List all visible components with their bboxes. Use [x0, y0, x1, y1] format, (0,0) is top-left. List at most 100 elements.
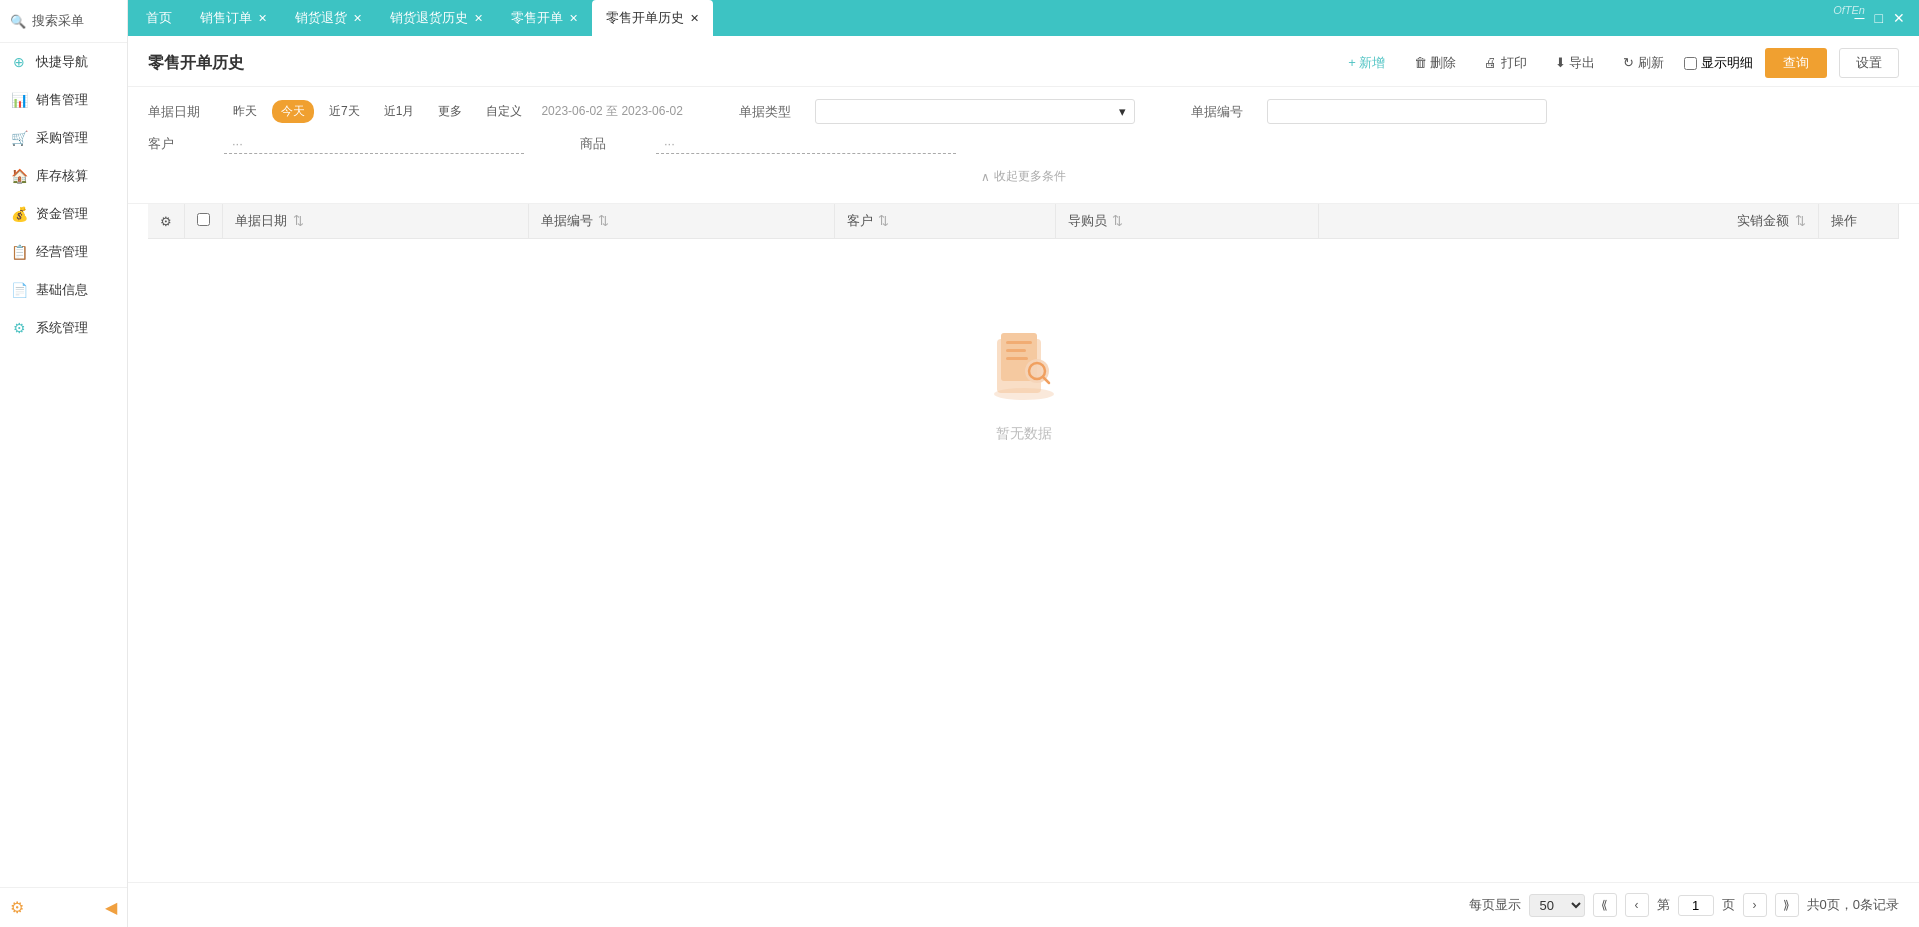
tab-retail-open[interactable]: 零售开单 ✕ — [497, 0, 592, 36]
custom-btn[interactable]: 自定义 — [477, 100, 531, 123]
week7-btn[interactable]: 近7天 — [320, 100, 369, 123]
sidebar-item-quick-nav[interactable]: ⊕ 快捷导航 — [0, 43, 127, 81]
table-header-row: ⚙ 单据日期 ⇅ 单据编号 ⇅ — [148, 204, 1899, 239]
prev-page-btn[interactable]: ‹ — [1625, 893, 1649, 917]
empty-icon — [979, 319, 1069, 409]
page-number-input[interactable] — [1678, 895, 1714, 916]
table-settings-icon[interactable]: ⚙ — [160, 214, 172, 229]
refresh-button[interactable]: ↻ 刷新 — [1615, 50, 1672, 76]
sidebar-search[interactable]: 🔍 搜索采单 — [0, 0, 127, 43]
sidebar-item-operations-label: 经营管理 — [36, 243, 88, 261]
export-button[interactable]: ⬇ 导出 — [1547, 50, 1604, 76]
tab-retail-open-history[interactable]: 零售开单历史 ✕ — [592, 0, 713, 36]
collapse-up-icon: ∧ — [981, 170, 990, 184]
page-size-select[interactable]: 50 10 20 100 — [1529, 894, 1585, 917]
tab-sales-return-history-close[interactable]: ✕ — [474, 12, 483, 25]
sidebar-item-sales-mgmt-label: 销售管理 — [36, 91, 88, 109]
window-close-icon[interactable]: ✕ — [1893, 10, 1905, 26]
display-detail-input[interactable] — [1684, 57, 1697, 70]
tab-sales-return-label: 销货退货 — [295, 9, 347, 27]
svg-rect-5 — [1006, 357, 1028, 360]
tab-sales-return-history[interactable]: 销货退货历史 ✕ — [376, 0, 497, 36]
last-page-btn[interactable]: ⟫ — [1775, 893, 1799, 917]
collapse-sidebar-icon[interactable]: ◀ — [105, 898, 117, 917]
th-amount[interactable]: 实销金额 ⇅ — [1319, 204, 1819, 239]
system-icon: ⚙ — [10, 320, 28, 336]
sort-date-icon: ⇅ — [293, 213, 304, 228]
sidebar-item-operations[interactable]: 📋 经营管理 — [0, 233, 127, 271]
sort-salesperson-icon: ⇅ — [1112, 213, 1123, 228]
th-checkbox[interactable] — [185, 204, 223, 239]
today-btn[interactable]: 今天 — [272, 100, 314, 123]
sort-amount-icon: ⇅ — [1795, 213, 1806, 228]
search-icon: 🔍 — [10, 14, 26, 29]
collapse-filter-btn[interactable]: ∧ 收起更多条件 — [148, 164, 1899, 191]
next-page-btn[interactable]: › — [1743, 893, 1767, 917]
add-button[interactable]: + 新增 — [1340, 50, 1393, 76]
sidebar-item-finance-label: 资金管理 — [36, 205, 88, 223]
filter-area: 单据日期 昨天 今天 近7天 近1月 更多 自定义 2023-06-02 至 2… — [128, 87, 1919, 204]
th-customer[interactable]: 客户 ⇅ — [834, 204, 1055, 239]
window-maximize-icon[interactable]: □ — [1875, 10, 1883, 26]
page-unit: 页 — [1722, 896, 1735, 914]
svg-rect-3 — [1006, 341, 1032, 344]
sidebar-bottom: ⚙ ◀ — [0, 887, 127, 927]
sales-mgmt-icon: 📊 — [10, 92, 28, 108]
toolbar: + 新增 🗑 删除 🖨 打印 ⬇ 导出 ↻ 刷新 显示明细 查询 设置 — [1340, 48, 1899, 78]
th-number[interactable]: 单据编号 ⇅ — [528, 204, 834, 239]
customer-filter-input[interactable]: ··· — [224, 134, 524, 154]
display-detail-label: 显示明细 — [1701, 54, 1753, 72]
delete-button[interactable]: 🗑 删除 — [1406, 50, 1465, 76]
tab-sales-order-close[interactable]: ✕ — [258, 12, 267, 25]
sidebar-item-system[interactable]: ⚙ 系统管理 — [0, 309, 127, 347]
tab-home[interactable]: 首页 — [132, 0, 186, 36]
goods-placeholder: ··· — [664, 136, 675, 151]
th-salesperson[interactable]: 导购员 ⇅ — [1055, 204, 1318, 239]
settings-button[interactable]: 设置 — [1839, 48, 1899, 78]
number-filter-input[interactable] — [1267, 99, 1547, 124]
month1-btn[interactable]: 近1月 — [375, 100, 424, 123]
sidebar-item-purchase-mgmt[interactable]: 🛒 采购管理 — [0, 119, 127, 157]
sidebar-item-system-label: 系统管理 — [36, 319, 88, 337]
date-range-display: 2023-06-02 至 2023-06-02 — [541, 103, 682, 120]
tab-retail-open-history-close[interactable]: ✕ — [690, 12, 699, 25]
main-area: 首页 销售订单 ✕ 销货退货 ✕ 销货退货历史 ✕ 零售开单 ✕ 零售开单历史 … — [128, 0, 1919, 927]
finance-icon: 💰 — [10, 206, 28, 222]
sidebar-search-label: 搜索采单 — [32, 12, 84, 30]
sidebar-item-sales-mgmt[interactable]: 📊 销售管理 — [0, 81, 127, 119]
th-actions: 操作 — [1819, 204, 1899, 239]
basic-info-icon: 📄 — [10, 282, 28, 298]
quick-nav-icon: ⊕ — [10, 54, 28, 70]
print-button[interactable]: 🖨 打印 — [1476, 50, 1535, 76]
customer-filter-label: 客户 — [148, 135, 208, 153]
th-settings[interactable]: ⚙ — [148, 204, 185, 239]
settings-gear-icon[interactable]: ⚙ — [10, 898, 24, 917]
tab-retail-open-close[interactable]: ✕ — [569, 12, 578, 25]
first-page-btn[interactable]: ⟪ — [1593, 893, 1617, 917]
collapse-label: 收起更多条件 — [994, 168, 1066, 185]
sidebar-item-inventory[interactable]: 🏠 库存核算 — [0, 157, 127, 195]
display-detail-checkbox[interactable]: 显示明细 — [1684, 54, 1753, 72]
pagination: 每页显示 50 10 20 100 ⟪ ‹ 第 页 › ⟫ 共0页，0条记录 — [128, 882, 1919, 927]
more-btn[interactable]: 更多 — [429, 100, 471, 123]
th-date[interactable]: 单据日期 ⇅ — [223, 204, 529, 239]
yesterday-btn[interactable]: 昨天 — [224, 100, 266, 123]
tabs-list: 首页 销售订单 ✕ 销货退货 ✕ 销货退货历史 ✕ 零售开单 ✕ 零售开单历史 … — [132, 0, 713, 36]
select-all-checkbox[interactable] — [197, 213, 210, 226]
content-area: 零售开单历史 + 新增 🗑 删除 🖨 打印 ⬇ 导出 ↻ 刷新 显示明细 查询 … — [128, 36, 1919, 927]
query-button[interactable]: 查询 — [1765, 48, 1827, 78]
tab-home-label: 首页 — [146, 9, 172, 27]
tab-sales-order-label: 销售订单 — [200, 9, 252, 27]
sidebar-item-basic-info[interactable]: 📄 基础信息 — [0, 271, 127, 309]
tab-sales-return[interactable]: 销货退货 ✕ — [281, 0, 376, 36]
purchase-mgmt-icon: 🛒 — [10, 130, 28, 146]
goods-filter-input[interactable]: ··· — [656, 134, 956, 154]
often-label: OfTEn — [1833, 4, 1865, 16]
sidebar-item-finance[interactable]: 💰 资金管理 — [0, 195, 127, 233]
empty-text: 暂无数据 — [996, 425, 1052, 443]
tab-sales-return-close[interactable]: ✕ — [353, 12, 362, 25]
type-filter-select[interactable]: ▾ — [815, 99, 1135, 124]
tabs-bar: 首页 销售订单 ✕ 销货退货 ✕ 销货退货历史 ✕ 零售开单 ✕ 零售开单历史 … — [128, 0, 1919, 36]
tab-sales-order[interactable]: 销售订单 ✕ — [186, 0, 281, 36]
main-table: ⚙ 单据日期 ⇅ 单据编号 ⇅ — [148, 204, 1899, 239]
